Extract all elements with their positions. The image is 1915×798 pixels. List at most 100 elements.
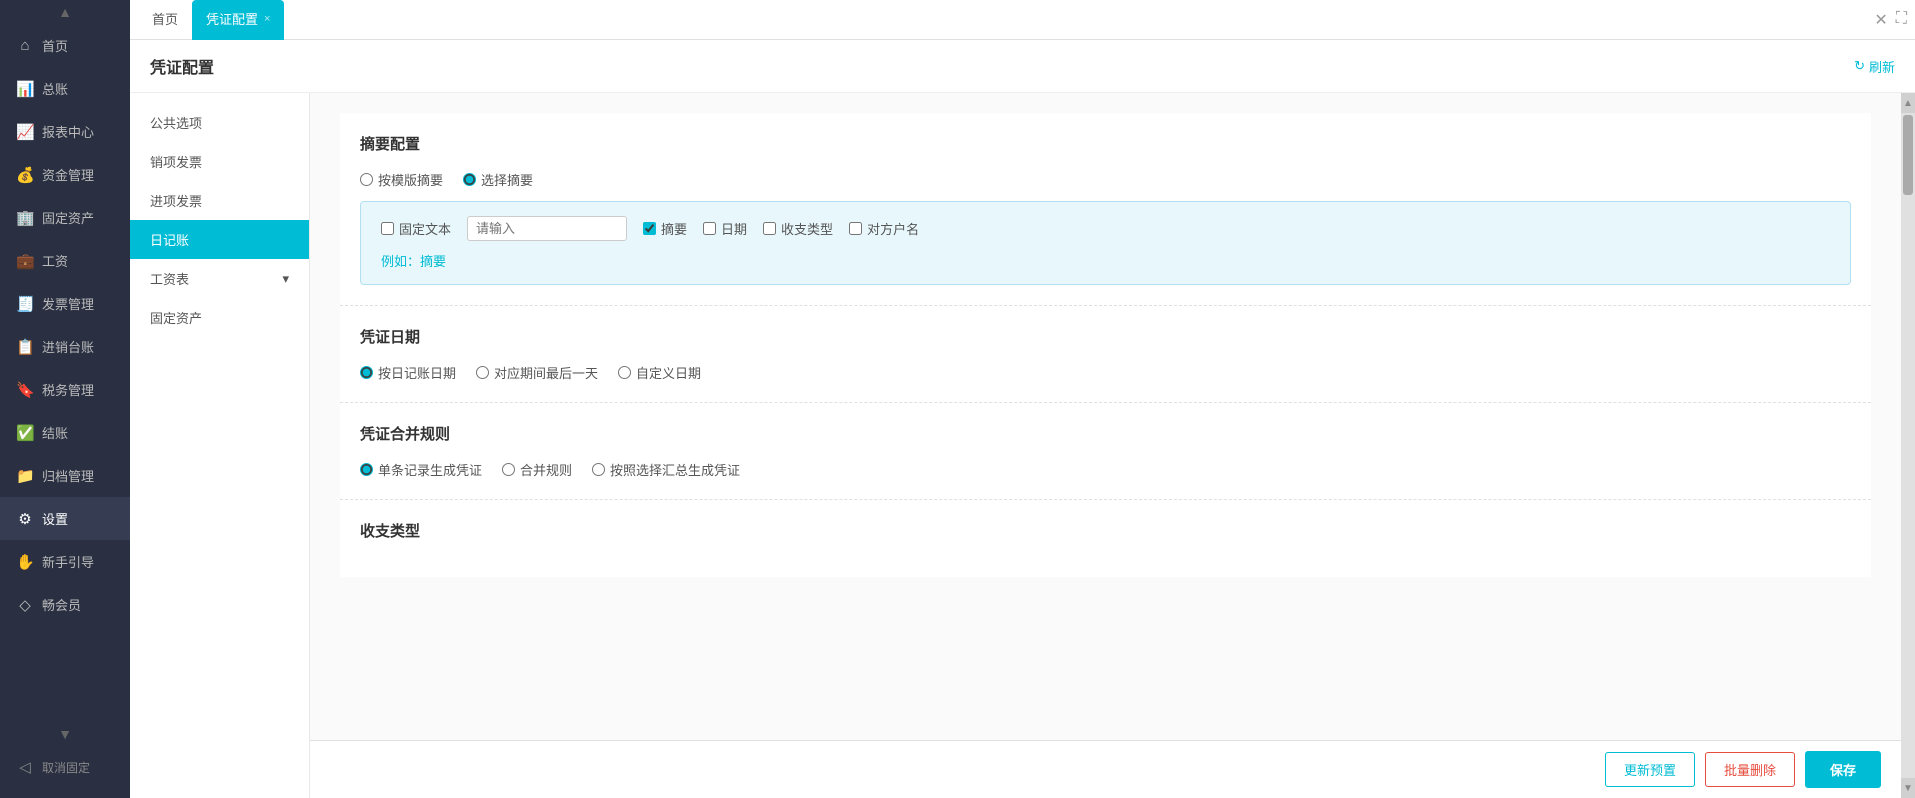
sidebar-item-settle-label: 结账	[42, 423, 68, 442]
sidebar-item-payroll[interactable]: 💼 工资	[0, 239, 130, 282]
sidebar-item-member[interactable]: ◇ 畅会员	[0, 583, 130, 626]
left-nav-fixed-assets-label: 固定资产	[150, 308, 202, 327]
tab-home[interactable]: 首页	[138, 0, 192, 40]
page-header: 凭证配置 ↻ 刷新	[130, 40, 1915, 93]
radio-last-day-input[interactable]	[476, 366, 489, 379]
checkbox-abstract[interactable]: 摘要	[643, 219, 687, 238]
tab-home-label: 首页	[152, 9, 178, 28]
sidebar-item-reports[interactable]: 📈 报表中心	[0, 110, 130, 153]
tab-close-icon[interactable]: ×	[264, 13, 270, 25]
sidebar-item-assets-label: 固定资产	[42, 208, 94, 227]
sidebar-item-assets[interactable]: 🏢 固定资产	[0, 196, 130, 239]
radio-merge-rule-label: 合并规则	[520, 460, 572, 479]
sidebar-item-inout-ledger[interactable]: 📋 进销台账	[0, 325, 130, 368]
tab-voucher-config[interactable]: 凭证配置 ×	[192, 0, 284, 40]
scroll-up-arrow[interactable]: ▲	[1901, 93, 1915, 113]
right-content: 摘要配置 按模版摘要 选择摘要	[310, 93, 1901, 740]
radio-custom-date[interactable]: 自定义日期	[618, 363, 701, 382]
sidebar-item-guide-label: 新手引导	[42, 552, 94, 571]
radio-by-journal-date[interactable]: 按日记账日期	[360, 363, 456, 382]
radio-merge-rule-input[interactable]	[502, 463, 515, 476]
sidebar-item-invoice-mgmt[interactable]: 🧾 发票管理	[0, 282, 130, 325]
content-area: 公共选项 销项发票 进项发票 日记账 工资表 ▾ 固定资产	[130, 93, 1915, 798]
checkbox-income-type[interactable]: 收支类型	[763, 219, 833, 238]
tab-voucher-config-label: 凭证配置	[206, 9, 258, 28]
checkbox-counterpart-name-label: 对方户名	[867, 219, 919, 238]
fixed-text-input[interactable]	[467, 216, 627, 241]
voucher-merge-radio-group: 单条记录生成凭证 合并规则 按照选择汇总生成凭证	[360, 460, 1851, 479]
sidebar-item-guide[interactable]: ✋ 新手引导	[0, 540, 130, 583]
radio-select-summary-gen-input[interactable]	[592, 463, 605, 476]
sidebar-item-unpin[interactable]: ◁ 取消固定	[0, 746, 130, 788]
sidebar-item-settings[interactable]: ⚙ 设置	[0, 497, 130, 540]
sidebar-item-archive[interactable]: 📁 归档管理	[0, 454, 130, 497]
summary-checkboxes-row: 固定文本 摘要 日期	[381, 216, 1830, 241]
left-nav-purchase-invoice-label: 进项发票	[150, 191, 202, 210]
radio-last-day[interactable]: 对应期间最后一天	[476, 363, 598, 382]
sidebar-item-ledger[interactable]: 📊 总账	[0, 67, 130, 110]
sidebar-item-home-label: 首页	[42, 36, 68, 55]
checkbox-date-input[interactable]	[703, 222, 716, 235]
scroll-thumb[interactable]	[1903, 115, 1913, 195]
left-nav-payroll-table[interactable]: 工资表 ▾	[130, 259, 309, 298]
assets-icon: 🏢	[16, 209, 34, 227]
sidebar-scroll-down[interactable]: ▼	[0, 722, 130, 746]
sidebar-item-settle[interactable]: ✅ 结账	[0, 411, 130, 454]
left-nav-journal[interactable]: 日记账	[130, 220, 309, 259]
payroll-icon: 💼	[16, 252, 34, 270]
summary-radio-group: 按模版摘要 选择摘要	[360, 170, 1851, 189]
home-icon: ⌂	[16, 37, 34, 54]
checkbox-income-type-input[interactable]	[763, 222, 776, 235]
scroll-down-arrow[interactable]: ▼	[1901, 778, 1915, 798]
radio-select-summary-gen[interactable]: 按照选择汇总生成凭证	[592, 460, 740, 479]
radio-single-record-input[interactable]	[360, 463, 373, 476]
invoice-mgmt-icon: 🧾	[16, 295, 34, 313]
radio-single-record[interactable]: 单条记录生成凭证	[360, 460, 482, 479]
main-area: 首页 凭证配置 × ✕ ⛶ 凭证配置 ↻ 刷新 公共选项 销项发票 进	[130, 0, 1915, 798]
checkbox-fixed-text[interactable]: 固定文本	[381, 219, 451, 238]
left-nav-sales-invoice[interactable]: 销项发票	[130, 142, 309, 181]
left-nav-sales-invoice-label: 销项发票	[150, 152, 202, 171]
voucher-date-section: 凭证日期 按日记账日期 对应期间最后一天 自定义日期	[340, 306, 1871, 403]
checkbox-counterpart-name[interactable]: 对方户名	[849, 219, 919, 238]
sidebar-item-tax[interactable]: 🔖 税务管理	[0, 368, 130, 411]
sidebar-item-home[interactable]: ⌂ 首页	[0, 24, 130, 67]
left-nav-public[interactable]: 公共选项	[130, 103, 309, 142]
sidebar-item-archive-label: 归档管理	[42, 466, 94, 485]
sidebar-scroll-up[interactable]: ▲	[0, 0, 130, 24]
left-nav-fixed-assets[interactable]: 固定资产	[130, 298, 309, 337]
left-nav-journal-label: 日记账	[150, 230, 189, 249]
radio-template-summary[interactable]: 按模版摘要	[360, 170, 443, 189]
radio-single-record-label: 单条记录生成凭证	[378, 460, 482, 479]
checkbox-abstract-input[interactable]	[643, 222, 656, 235]
radio-select-summary[interactable]: 选择摘要	[463, 170, 533, 189]
left-nav: 公共选项 销项发票 进项发票 日记账 工资表 ▾ 固定资产	[130, 93, 310, 798]
radio-custom-date-input[interactable]	[618, 366, 631, 379]
window-close-icon[interactable]: ✕	[1874, 10, 1887, 30]
tab-bar-actions: ✕ ⛶	[1874, 10, 1907, 30]
sidebar-item-settings-label: 设置	[42, 509, 68, 528]
radio-by-journal-date-input[interactable]	[360, 366, 373, 379]
radio-select-summary-label: 选择摘要	[481, 170, 533, 189]
radio-last-day-label: 对应期间最后一天	[494, 363, 598, 382]
batch-delete-button[interactable]: 批量删除	[1705, 752, 1795, 787]
checkbox-fixed-text-input[interactable]	[381, 222, 394, 235]
member-icon: ◇	[16, 596, 34, 614]
checkbox-counterpart-name-input[interactable]	[849, 222, 862, 235]
radio-template-summary-input[interactable]	[360, 173, 373, 186]
summary-config-section: 摘要配置 按模版摘要 选择摘要	[340, 113, 1871, 306]
checkbox-date[interactable]: 日期	[703, 219, 747, 238]
update-preview-button[interactable]: 更新预置	[1605, 752, 1695, 787]
refresh-icon: ↻	[1854, 58, 1865, 74]
sidebar-unpin-label: 取消固定	[42, 759, 90, 776]
left-nav-purchase-invoice[interactable]: 进项发票	[130, 181, 309, 220]
radio-select-summary-input[interactable]	[463, 173, 476, 186]
refresh-button[interactable]: ↻ 刷新	[1854, 57, 1895, 76]
sidebar-item-invoice-mgmt-label: 发票管理	[42, 294, 94, 313]
window-expand-icon[interactable]: ⛶	[1896, 10, 1907, 30]
radio-merge-rule[interactable]: 合并规则	[502, 460, 572, 479]
reports-icon: 📈	[16, 123, 34, 141]
funds-icon: 💰	[16, 166, 34, 184]
save-button[interactable]: 保存	[1805, 751, 1881, 788]
sidebar-item-funds[interactable]: 💰 资金管理	[0, 153, 130, 196]
